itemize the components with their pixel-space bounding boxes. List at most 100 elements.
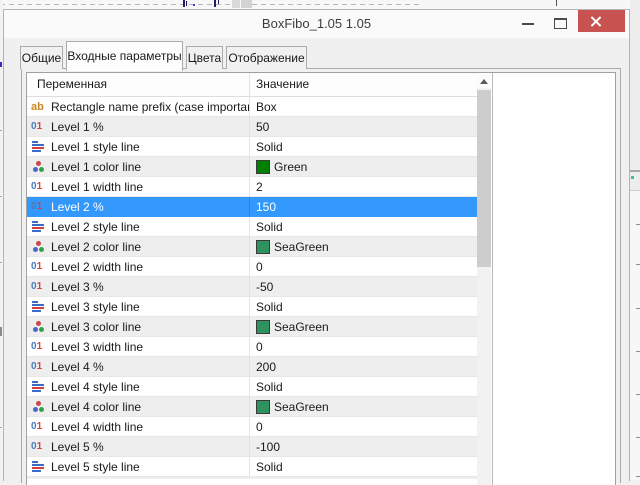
table-row[interactable]: 01 Level 3 % -50 [27, 277, 477, 297]
color-swatch [256, 399, 270, 414]
line-style-icon [31, 380, 48, 394]
color-param-icon [31, 160, 48, 174]
minimize-icon [522, 23, 534, 25]
param-value-cell[interactable]: -50 [249, 277, 477, 296]
table-header: Переменная Значение [27, 73, 477, 97]
param-name: Level 1 color line [51, 159, 142, 174]
param-value-cell[interactable]: 50 [249, 117, 477, 136]
number-param-icon: 01 [31, 280, 43, 292]
param-name-cell: 01 Level 3 width line [27, 337, 249, 356]
param-value-cell[interactable]: Green [249, 157, 477, 176]
param-name-cell: Level 4 style line [27, 377, 249, 396]
color-swatch [256, 319, 270, 334]
param-name: Rectangle name prefix (case important) [51, 99, 249, 114]
number-param-icon: 01 [31, 340, 43, 352]
table-row[interactable]: 01 Level 2 width line 0 [27, 257, 477, 277]
table-row[interactable]: 01 Level 3 width line 0 [27, 337, 477, 357]
table-row[interactable]: Level 4 color line SeaGreen [27, 397, 477, 417]
param-name-cell: Level 2 style line [27, 217, 249, 236]
param-value-cell[interactable]: 150 [249, 197, 477, 216]
param-value: SeaGreen [274, 399, 329, 414]
param-name-cell: 01 Level 5 % [27, 437, 249, 456]
tab-inputs[interactable]: Входные параметры [66, 41, 183, 71]
param-value-cell[interactable]: 2 [249, 177, 477, 196]
table-row[interactable]: 01 Level 4 width line 0 [27, 417, 477, 437]
param-value: Box [256, 99, 277, 114]
param-value-cell[interactable]: Solid [249, 377, 477, 396]
param-name-cell: 01 Level 1 width line [27, 177, 249, 196]
minimize-button[interactable] [515, 10, 541, 32]
table-row[interactable]: Level 2 style line Solid [27, 217, 477, 237]
param-value-cell[interactable]: Solid [249, 217, 477, 236]
param-value-cell[interactable]: 200 [249, 357, 477, 376]
color-param-icon [31, 400, 48, 414]
scrollbar-thumb[interactable] [477, 90, 491, 267]
tab-page: Переменная Значение ab Rectangle name pre… [21, 68, 621, 485]
vertical-scrollbar[interactable] [477, 75, 491, 485]
color-param-icon [31, 320, 48, 334]
table-row[interactable]: 01 Level 5 % -100 [27, 437, 477, 457]
column-header-value: Значение [249, 73, 477, 96]
param-value-cell[interactable]: 0 [249, 257, 477, 276]
table-row[interactable]: Level 2 color line SeaGreen [27, 237, 477, 257]
param-value-cell[interactable]: SeaGreen [249, 397, 477, 416]
param-value: Solid [256, 219, 283, 234]
param-value: 0 [256, 259, 263, 274]
background-volume-bar [183, 0, 185, 7]
tab-display[interactable]: Отображение [226, 46, 307, 69]
title-bar[interactable]: BoxFibo_1.05 1.05 [4, 10, 629, 38]
parameters-panel: Переменная Значение ab Rectangle name pre… [26, 72, 616, 485]
param-value-cell[interactable]: 0 [249, 417, 477, 436]
param-value-cell[interactable]: Solid [249, 137, 477, 156]
table-row[interactable]: Level 1 color line Green [27, 157, 477, 177]
param-value: -100 [256, 439, 281, 454]
param-name: Level 4 color line [51, 399, 142, 414]
table-row[interactable]: Level 4 style line Solid [27, 377, 477, 397]
param-name-cell: Level 3 color line [27, 317, 249, 336]
table-row[interactable]: Level 3 style line Solid [27, 297, 477, 317]
param-name: Level 3 width line [51, 339, 144, 354]
table-row[interactable]: 01 Level 4 % 200 [27, 357, 477, 377]
table-row[interactable]: ab Rectangle name prefix (case important)… [27, 97, 477, 117]
param-value-cell[interactable]: SeaGreen [249, 237, 477, 256]
param-value: SeaGreen [274, 319, 329, 334]
tab-common[interactable]: Общие [20, 46, 63, 69]
table-row[interactable]: Level 1 style line Solid [27, 137, 477, 157]
table-row[interactable]: 01 Level 1 width line 2 [27, 177, 477, 197]
param-value: SeaGreen [274, 239, 329, 254]
param-value: -50 [256, 279, 274, 294]
table-row[interactable]: Level 3 color line SeaGreen [27, 317, 477, 337]
line-style-icon [31, 300, 48, 314]
param-value-cell[interactable]: Solid [249, 297, 477, 316]
param-value-cell[interactable]: 0 [249, 337, 477, 356]
table-row[interactable]: 01 Level 1 % 50 [27, 117, 477, 137]
param-value-cell[interactable]: -100 [249, 437, 477, 456]
param-value-cell[interactable]: SeaGreen [249, 317, 477, 336]
background-volume-bar [214, 0, 216, 7]
number-param-icon: 01 [31, 180, 43, 192]
line-style-icon [31, 140, 48, 154]
line-style-icon [31, 220, 48, 234]
param-value: Solid [256, 379, 283, 394]
param-name: Level 4 style line [51, 379, 140, 394]
param-name: Level 2 color line [51, 239, 142, 254]
clipped-next-row [27, 477, 477, 479]
table-row[interactable]: Level 5 style line Solid [27, 457, 477, 477]
number-param-icon: 01 [31, 440, 43, 452]
param-name-cell: Level 1 color line [27, 157, 249, 176]
tab-colors[interactable]: Цвета [186, 46, 223, 69]
scroll-up-button[interactable] [477, 75, 491, 88]
background-tick-mark [193, 4, 195, 6]
maximize-button[interactable] [547, 10, 573, 32]
param-value-cell[interactable]: Box [249, 97, 477, 116]
color-param-icon [31, 240, 48, 254]
param-value: 0 [256, 419, 263, 434]
close-button[interactable] [578, 10, 625, 32]
background-right-edge [630, 0, 640, 480]
param-name-cell: ab Rectangle name prefix (case important) [27, 97, 249, 116]
background-tick-mark [0, 62, 2, 67]
param-name: Level 3 % [51, 279, 104, 294]
param-value-cell[interactable]: Solid [249, 457, 477, 476]
background-divider-line [556, 0, 557, 6]
table-row[interactable]: 01 Level 2 % 150 [27, 197, 477, 217]
